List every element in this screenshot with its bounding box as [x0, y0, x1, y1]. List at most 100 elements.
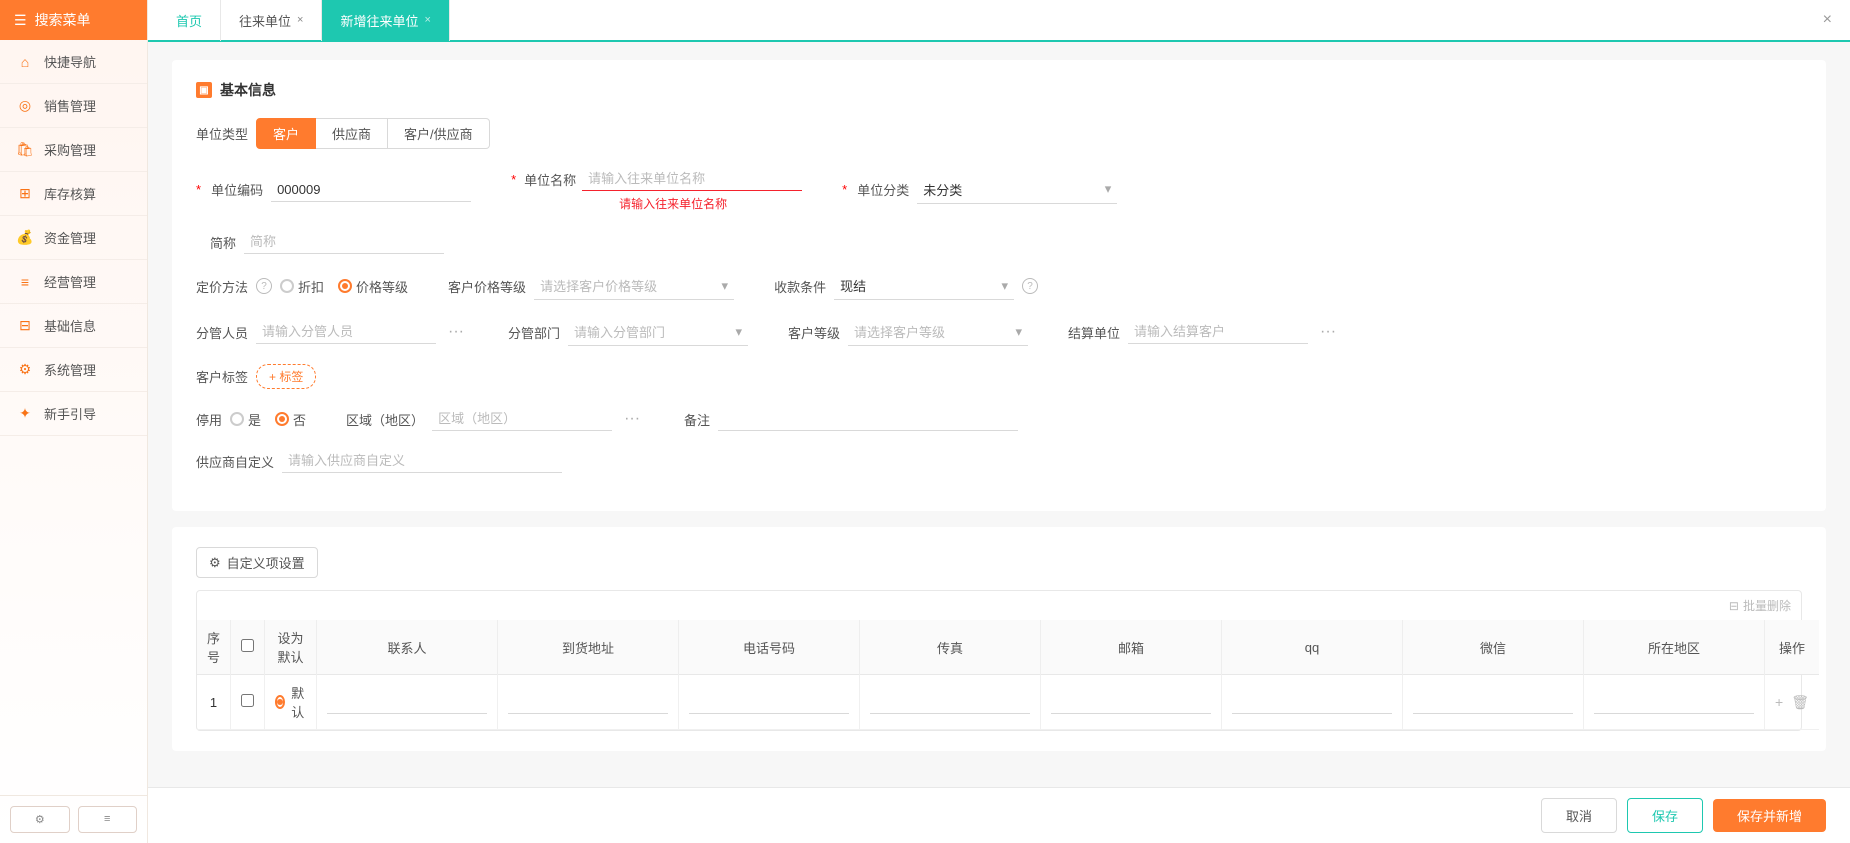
radio-no[interactable]: 否	[275, 410, 306, 429]
tab-home[interactable]: 首页	[158, 0, 221, 41]
sidebar-item-inventory[interactable]: ⊞ 库存核算	[0, 172, 147, 216]
cell-default[interactable]: 默认	[265, 675, 317, 730]
wechat-input[interactable]	[1413, 690, 1573, 714]
tab-new-partner[interactable]: 新增往来单位 ×	[322, 0, 449, 41]
remark-input[interactable]	[718, 407, 1018, 431]
cell-area[interactable]	[1584, 675, 1765, 730]
qq-input[interactable]	[1232, 690, 1392, 714]
tab-partner-list-close[interactable]: ×	[297, 14, 303, 26]
batch-delete-button[interactable]: ⊟ 批量删除	[1729, 597, 1791, 614]
custom-settings-button[interactable]: ⚙ 自定义项设置	[196, 547, 318, 578]
chevron-down-icon: ▾	[1105, 181, 1112, 197]
settlement-ellipsis[interactable]: ···	[1316, 323, 1340, 341]
manager-input[interactable]	[256, 320, 436, 344]
unit-name-input[interactable]	[582, 167, 802, 191]
add-row-button[interactable]: +	[1775, 694, 1783, 710]
sidebar-item-base-info[interactable]: ⊟ 基础信息	[0, 304, 147, 348]
col-phone: 电话号码	[679, 620, 860, 675]
settlement-unit-input[interactable]	[1128, 320, 1308, 344]
type-btn-both[interactable]: 客户/供应商	[388, 118, 490, 149]
guide-icon: ✦	[16, 405, 34, 423]
sidebar-item-system[interactable]: ⚙ 系统管理	[0, 348, 147, 392]
delete-row-button[interactable]: 🗑	[1791, 694, 1809, 711]
sidebar-item-finance[interactable]: 💰 资金管理	[0, 216, 147, 260]
sidebar-item-operations[interactable]: ≡ 经营管理	[0, 260, 147, 304]
tab-home-label: 首页	[176, 11, 202, 30]
cell-phone[interactable]	[679, 675, 860, 730]
dept-select[interactable]: 请输入分管部门 ▾	[568, 318, 748, 346]
cell-fax[interactable]	[860, 675, 1041, 730]
manager-row: 分管人员 ··· 分管部门 请输入分管部门 ▾ 客户等级 请选择客户等级 ▾	[196, 318, 1802, 346]
region-ellipsis[interactable]: ···	[620, 410, 644, 428]
select-all-checkbox[interactable]	[241, 639, 254, 652]
cell-address[interactable]	[498, 675, 679, 730]
radio-yes[interactable]: 是	[230, 410, 261, 429]
payment-terms-select[interactable]: 现结 ▾	[834, 272, 1014, 300]
supplier-custom-group: 供应商自定义	[196, 449, 562, 473]
cancel-button[interactable]: 取消	[1541, 798, 1617, 833]
unit-type-label: 单位类型	[196, 124, 248, 143]
col-seq: 序号	[197, 620, 231, 675]
main-area: 首页 往来单位 × 新增往来单位 × × ▣ 基本信息 单位类型 客户	[148, 0, 1850, 843]
dept-label: 分管部门	[508, 323, 560, 342]
manager-label: 分管人员	[196, 323, 248, 342]
customer-price-level-placeholder: 请选择客户价格等级	[540, 276, 657, 295]
cell-qq[interactable]	[1222, 675, 1403, 730]
col-contact: 联系人	[317, 620, 498, 675]
sidebar-item-purchase[interactable]: 🛍 采购管理	[0, 128, 147, 172]
sidebar-footer-btn1[interactable]: ⚙	[10, 806, 70, 833]
row-actions: + 🗑	[1775, 694, 1809, 711]
remark-label: 备注	[684, 410, 710, 429]
sidebar-footer-btn2[interactable]: ≡	[78, 806, 138, 833]
pricing-question-icon[interactable]: ?	[256, 278, 272, 294]
add-tag-button[interactable]: + 标签	[256, 364, 316, 389]
fax-input[interactable]	[870, 690, 1030, 714]
unit-category-label: 单位分类	[857, 180, 909, 199]
col-checkbox[interactable]	[231, 620, 265, 675]
radio-price-level[interactable]: 价格等级	[338, 277, 408, 296]
type-btn-supplier[interactable]: 供应商	[316, 118, 388, 149]
sidebar-item-guide[interactable]: ✦ 新手引导	[0, 392, 147, 436]
abbr-input[interactable]	[244, 230, 444, 254]
cell-contact[interactable]	[317, 675, 498, 730]
cell-checkbox[interactable]	[231, 675, 265, 730]
region-input[interactable]	[432, 407, 612, 431]
manager-ellipsis[interactable]: ···	[444, 323, 468, 341]
sidebar-search[interactable]: ☰ 搜索菜单	[0, 0, 147, 40]
phone-input[interactable]	[689, 690, 849, 714]
supplier-custom-input[interactable]	[282, 449, 562, 473]
customer-level-select[interactable]: 请选择客户等级 ▾	[848, 318, 1028, 346]
save-button[interactable]: 保存	[1627, 798, 1703, 833]
base-info-icon: ⊟	[16, 317, 34, 335]
payment-terms-label: 收款条件	[774, 277, 826, 296]
chevron-down-icon5: ▾	[1016, 324, 1023, 340]
unit-code-input[interactable]	[271, 178, 471, 202]
content-area: ▣ 基本信息 单位类型 客户 供应商 客户/供应商 * 单位编码	[148, 42, 1850, 787]
radio-discount[interactable]: 折扣	[280, 277, 324, 296]
unit-category-select[interactable]: 未分类 ▾	[917, 176, 1117, 204]
tab-partner-list[interactable]: 往来单位 ×	[221, 0, 322, 41]
contact-input[interactable]	[327, 690, 487, 714]
address-input[interactable]	[508, 690, 668, 714]
cell-wechat[interactable]	[1403, 675, 1584, 730]
customer-price-level-select[interactable]: 请选择客户价格等级 ▾	[534, 272, 734, 300]
payment-question-icon[interactable]: ?	[1022, 278, 1038, 294]
col-qq: qq	[1222, 620, 1403, 675]
sidebar-item-quick-nav[interactable]: ⌂ 快捷导航	[0, 40, 147, 84]
row-checkbox[interactable]	[241, 694, 254, 707]
type-btn-customer[interactable]: 客户	[256, 118, 316, 149]
save-new-button[interactable]: 保存并新增	[1713, 799, 1826, 832]
area-input[interactable]	[1594, 690, 1754, 714]
sidebar-item-sales[interactable]: ◎ 销售管理	[0, 84, 147, 128]
tab-new-partner-label: 新增往来单位	[340, 11, 418, 30]
unit-name-error: 请输入往来单位名称	[619, 195, 727, 212]
supplier-custom-row: 供应商自定义	[196, 449, 1802, 473]
close-all-button[interactable]: ×	[1815, 7, 1840, 33]
gear-icon: ⚙	[209, 555, 221, 571]
sidebar-item-label: 基础信息	[44, 316, 96, 335]
email-input[interactable]	[1051, 690, 1211, 714]
tab-new-partner-close[interactable]: ×	[424, 14, 430, 26]
default-radio[interactable]: 默认	[275, 683, 306, 721]
cell-email[interactable]	[1041, 675, 1222, 730]
sidebar-item-label: 经营管理	[44, 272, 96, 291]
